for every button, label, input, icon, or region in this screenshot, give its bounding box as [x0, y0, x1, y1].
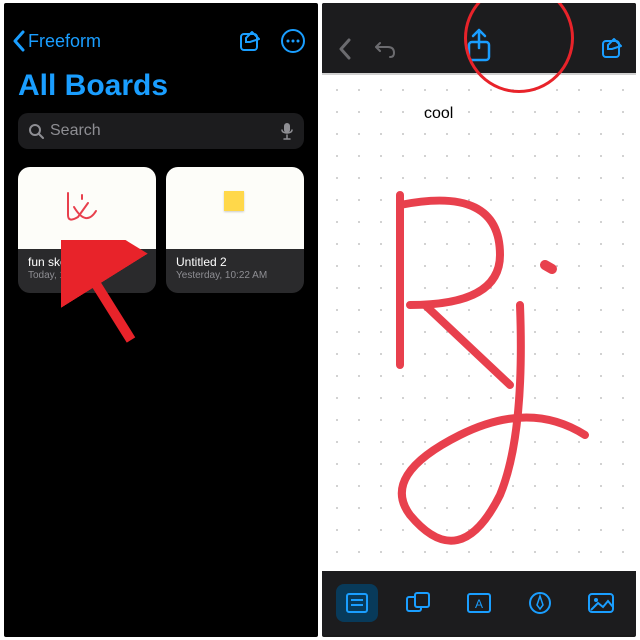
search-input[interactable] — [50, 122, 280, 140]
photo-icon — [587, 592, 615, 614]
board-preview — [18, 167, 156, 249]
pen-circle-icon — [528, 591, 552, 615]
card-subtitle: Today, 10:18 AM — [28, 270, 146, 281]
canvas[interactable]: cool — [322, 73, 636, 571]
share-icon — [465, 28, 493, 62]
card-meta: fun sketching Today, 10:18 AM — [18, 249, 156, 289]
compose-button[interactable] — [600, 36, 624, 65]
undo-icon — [374, 39, 396, 59]
ellipsis-circle-icon — [280, 28, 306, 54]
svg-text:A: A — [475, 597, 483, 611]
editor-nav-bar — [322, 3, 636, 73]
media-tool[interactable] — [580, 584, 622, 622]
back-button[interactable]: Freeform — [12, 30, 101, 52]
mic-icon[interactable] — [280, 122, 294, 140]
board-grid: fun sketching Today, 10:18 AM Untitled 2… — [4, 149, 318, 311]
compose-button[interactable] — [238, 29, 262, 53]
nav-left-group — [338, 38, 396, 65]
card-meta: Untitled 2 Yesterday, 10:22 AM — [166, 249, 304, 289]
board-editor-pane: cool A — [322, 3, 636, 637]
compose-icon — [600, 36, 624, 60]
editor-toolbar: A — [322, 571, 636, 635]
nav-bar: Freeform — [4, 3, 318, 65]
shapes-tool[interactable] — [397, 584, 439, 622]
canvas-text[interactable]: cool — [424, 105, 453, 123]
undo-button[interactable] — [374, 39, 396, 64]
back-chevron-button[interactable] — [338, 38, 352, 65]
board-card[interactable]: fun sketching Today, 10:18 AM — [18, 167, 156, 293]
shapes-icon — [405, 591, 431, 615]
card-title: Untitled 2 — [176, 255, 294, 269]
sticky-note-icon — [224, 191, 244, 211]
text-tool[interactable]: A — [458, 584, 500, 622]
back-label: Freeform — [28, 31, 101, 52]
more-button[interactable] — [280, 28, 306, 54]
nav-actions — [238, 28, 306, 54]
compose-icon — [238, 29, 262, 53]
sketch-drawing-icon — [350, 135, 610, 555]
card-title: fun sketching — [28, 255, 146, 269]
sticky-note-icon — [345, 592, 369, 614]
chevron-left-icon — [12, 30, 26, 52]
page-title: All Boards — [4, 65, 318, 113]
all-boards-pane: Freeform All Boards fun sketching Today — [4, 3, 318, 637]
share-button[interactable] — [465, 28, 493, 67]
board-card[interactable]: Untitled 2 Yesterday, 10:22 AM — [166, 167, 304, 293]
sketch-thumbnail-icon — [62, 185, 112, 235]
pen-tool[interactable] — [519, 584, 561, 622]
search-icon — [28, 123, 44, 139]
search-bar[interactable] — [18, 113, 304, 149]
board-preview — [166, 167, 304, 249]
card-subtitle: Yesterday, 10:22 AM — [176, 270, 294, 281]
text-box-icon: A — [466, 592, 492, 614]
sticky-note-tool[interactable] — [336, 584, 378, 622]
chevron-left-icon — [338, 38, 352, 60]
